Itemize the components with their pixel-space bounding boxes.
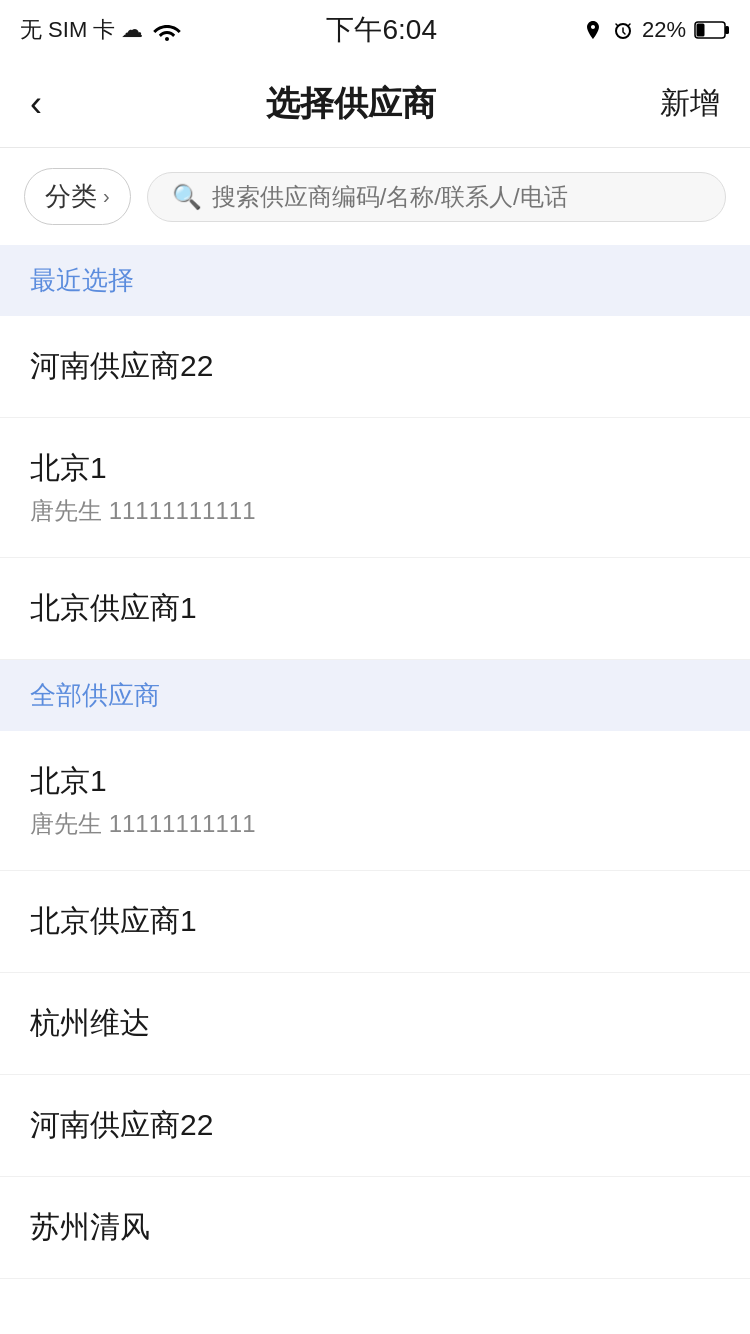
filter-bar: 分类 › 🔍: [0, 148, 750, 245]
battery-label: 22%: [642, 17, 686, 43]
supplier-name: 河南供应商22: [30, 346, 720, 387]
list-item[interactable]: 北京供应商1: [0, 558, 750, 660]
location-icon: [582, 19, 604, 41]
supplier-name: 苏州清风: [30, 1207, 720, 1248]
add-button[interactable]: 新增: [660, 83, 720, 124]
supplier-name: 北京供应商1: [30, 901, 720, 942]
list-item[interactable]: 河南供应商22: [0, 316, 750, 418]
all-section-label: 全部供应商: [30, 680, 160, 710]
recent-items-list: 河南供应商22 北京1 唐先生 11111111111 北京供应商1: [0, 316, 750, 660]
category-label: 分类: [45, 179, 97, 214]
supplier-sub: 唐先生 11111111111: [30, 495, 720, 527]
category-button[interactable]: 分类 ›: [24, 168, 131, 225]
no-sim-label: 无 SIM 卡 ☁: [20, 15, 143, 45]
recent-section-label: 最近选择: [30, 265, 134, 295]
search-box[interactable]: 🔍: [147, 172, 726, 222]
chevron-right-icon: ›: [103, 185, 110, 208]
svg-rect-2: [725, 26, 729, 34]
supplier-name: 北京1: [30, 448, 720, 489]
list-item[interactable]: 北京1 唐先生 11111111111: [0, 418, 750, 558]
status-bar: 无 SIM 卡 ☁ 下午6:04 22%: [0, 0, 750, 60]
nav-bar: ‹ 选择供应商 新增: [0, 60, 750, 148]
status-left: 无 SIM 卡 ☁: [20, 15, 181, 45]
all-section-header: 全部供应商: [0, 660, 750, 731]
back-button[interactable]: ‹: [30, 86, 42, 122]
supplier-name: 北京供应商1: [30, 588, 720, 629]
supplier-name: 河南供应商22: [30, 1105, 720, 1146]
supplier-name: 北京1: [30, 761, 720, 802]
list-item[interactable]: 北京1 唐先生 11111111111: [0, 731, 750, 871]
status-time: 下午6:04: [326, 11, 437, 49]
list-item[interactable]: 杭州维达: [0, 973, 750, 1075]
all-items-list: 北京1 唐先生 11111111111 北京供应商1 杭州维达 河南供应商22 …: [0, 731, 750, 1279]
list-item[interactable]: 北京供应商1: [0, 871, 750, 973]
search-icon: 🔍: [172, 183, 202, 211]
wifi-icon: [153, 19, 181, 41]
supplier-name: 杭州维达: [30, 1003, 720, 1044]
status-right: 22%: [582, 17, 730, 43]
page-title: 选择供应商: [266, 81, 436, 127]
search-input[interactable]: [212, 183, 701, 211]
list-item[interactable]: 苏州清风: [0, 1177, 750, 1279]
supplier-sub: 唐先生 11111111111: [30, 808, 720, 840]
recent-section-header: 最近选择: [0, 245, 750, 316]
list-item[interactable]: 河南供应商22: [0, 1075, 750, 1177]
svg-rect-3: [697, 24, 705, 37]
battery-icon: [694, 20, 730, 40]
alarm-icon: [612, 19, 634, 41]
